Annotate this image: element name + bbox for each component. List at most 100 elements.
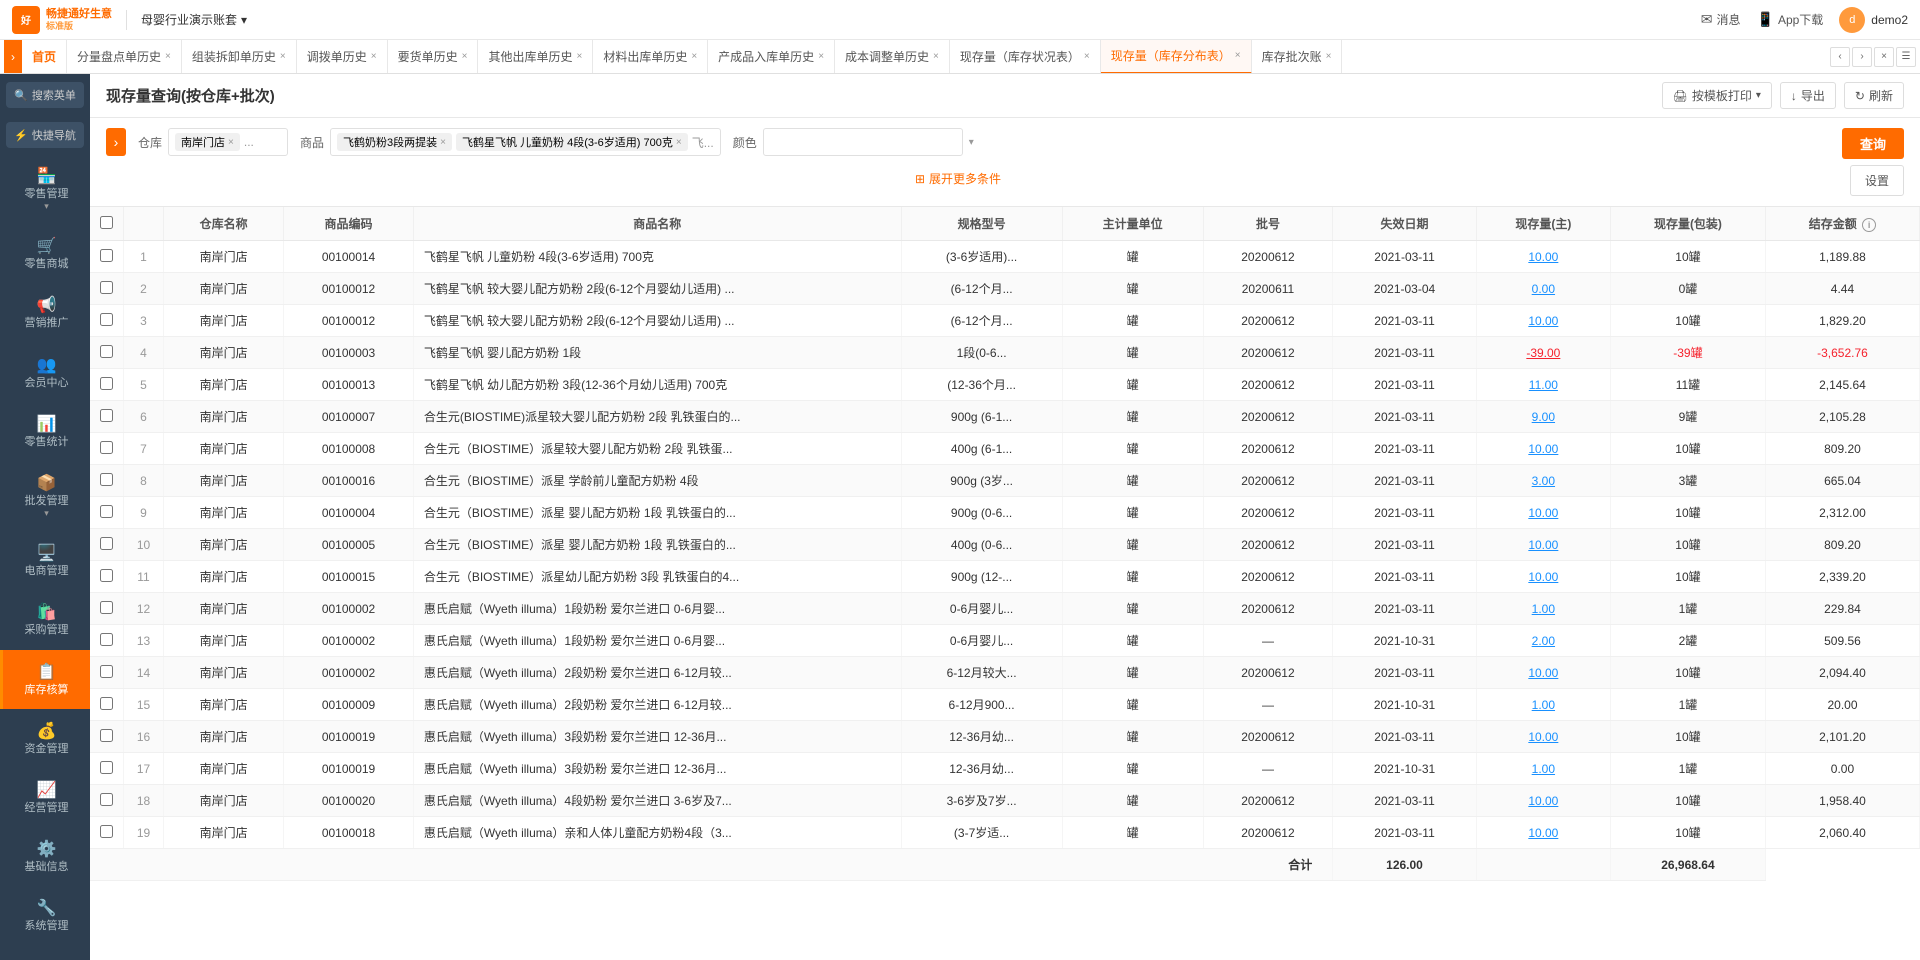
tab-close-icon[interactable]: × [165,51,171,62]
row-qty-main[interactable]: 1.00 [1476,593,1610,625]
tab-other-out[interactable]: 其他出库单历史 × [478,40,593,74]
row-checkbox[interactable] [100,569,113,582]
row-qty-main[interactable]: 1.00 [1476,689,1610,721]
row-checkbox[interactable] [100,825,113,838]
row-checkbox[interactable] [100,665,113,678]
query-btn[interactable]: 查询 [1842,128,1904,159]
row-qty-main[interactable]: 0.00 [1476,273,1610,305]
sidebar-item-retail-shop[interactable]: 🛒 零售商城 [0,224,90,283]
tab-product-in[interactable]: 产成品入库单历史 × [708,40,835,74]
row-checkbox[interactable] [100,281,113,294]
tab-close-icon[interactable]: × [462,51,468,62]
industry-selector[interactable]: 母婴行业演示账套 ▾ [141,11,247,28]
tab-home[interactable]: 首页 [22,40,67,74]
warehouse-filter-dots[interactable]: ... [244,135,254,149]
row-qty-main[interactable]: 10.00 [1476,497,1610,529]
row-qty-main[interactable]: 10.00 [1476,721,1610,753]
sidebar-quick-nav-btn[interactable]: ⚡ 快捷导航 [6,122,84,148]
row-checkbox[interactable] [100,409,113,422]
row-checkbox[interactable] [100,537,113,550]
product-filter-dots[interactable]: 飞... [692,134,714,151]
sidebar-item-basic[interactable]: ⚙️ 基础信息 [0,827,90,886]
row-qty-main[interactable]: 10.00 [1476,305,1610,337]
tab-split[interactable]: 分量盘点单历史 × [67,40,182,74]
row-qty-main[interactable]: 11.00 [1476,369,1610,401]
sidebar-item-operation[interactable]: 📈 经营管理 [0,768,90,827]
tab-close-icon[interactable]: × [280,51,286,62]
export-btn[interactable]: ↓ 导出 [1780,82,1836,109]
settings-btn[interactable]: 设置 [1850,165,1904,196]
product-tags[interactable]: 飞鹤奶粉3段两提装 × 飞鹤星飞帆 儿童奶粉 4段(3-6岁适用) 700克 ×… [330,128,721,156]
sidebar-item-ecommerce[interactable]: 🖥️ 电商管理 [0,531,90,590]
row-checkbox[interactable] [100,793,113,806]
tab-close-icon[interactable]: × [818,51,824,62]
row-checkbox[interactable] [100,249,113,262]
message-btn[interactable]: ✉ 消息 [1701,11,1741,28]
row-qty-main[interactable]: 10.00 [1476,561,1610,593]
tab-batch-voucher[interactable]: 库存批次账 × [1252,40,1343,74]
sidebar-item-marketing[interactable]: 📢 营销推广 [0,283,90,342]
app-download-btn[interactable]: 📱 App下载 [1757,11,1824,28]
row-qty-main[interactable]: 9.00 [1476,401,1610,433]
row-checkbox[interactable] [100,345,113,358]
sidebar-item-wholesale[interactable]: 📦 批发管理 ▾ [0,461,90,531]
sidebar-search-btn[interactable]: 🔍 搜索英单 [6,82,84,108]
row-checkbox[interactable] [100,633,113,646]
warehouse-tags[interactable]: 南岸门店 × ... [168,128,288,156]
tab-close-icon[interactable]: × [1235,50,1241,61]
row-qty-main[interactable]: 10.00 [1476,529,1610,561]
color-tags[interactable] [763,128,963,156]
print-btn[interactable]: 🖨 按模板打印 ▾ [1662,82,1772,109]
sidebar-item-system[interactable]: 🔧 系统管理 [0,886,90,945]
row-checkbox[interactable] [100,441,113,454]
sidebar-item-retail-mgmt[interactable]: 🏪 零售管理 ▾ [0,154,90,224]
row-checkbox[interactable] [100,697,113,710]
tab-expand-btn[interactable]: › [4,40,22,74]
tab-mix[interactable]: 调拨单历史 × [297,40,388,74]
refresh-btn[interactable]: ↻ 刷新 [1844,82,1904,109]
tab-close-icon[interactable]: × [1084,51,1090,62]
row-qty-main[interactable]: 1.00 [1476,753,1610,785]
color-expand-icon[interactable]: ▾ [969,137,974,148]
expand-more-btn[interactable]: ⊞ 展开更多条件 [915,170,1001,187]
sidebar-item-stock[interactable]: 📋 库存核算 [0,650,90,709]
tab-unpack[interactable]: 组装拆卸单历史 × [182,40,297,74]
row-checkbox[interactable] [100,473,113,486]
row-checkbox[interactable] [100,601,113,614]
tab-close-icon[interactable]: × [691,51,697,62]
tab-next-btn[interactable]: › [1852,47,1872,67]
row-checkbox[interactable] [100,313,113,326]
tab-close-icon[interactable]: × [933,51,939,62]
sidebar-item-enterprise[interactable]: 🤝 企业协同 [0,945,90,960]
row-qty-main[interactable]: 10.00 [1476,817,1610,849]
tab-menu-btn[interactable]: ☰ [1896,47,1916,67]
row-qty-main[interactable]: 10.00 [1476,241,1610,273]
product-tag-1-close[interactable]: × [440,137,446,148]
tab-material-out[interactable]: 材料出库单历史 × [593,40,708,74]
sidebar-item-member[interactable]: 👥 会员中心 [0,343,90,402]
product-tag-2-close[interactable]: × [676,137,682,148]
row-checkbox[interactable] [100,505,113,518]
row-checkbox[interactable] [100,761,113,774]
row-qty-main[interactable]: 10.00 [1476,785,1610,817]
tab-stock-status[interactable]: 现存量（库存状况表） × [950,40,1101,74]
tab-close-icon[interactable]: × [1326,51,1332,62]
tab-cost-adjust[interactable]: 成本调整单历史 × [835,40,950,74]
tab-require[interactable]: 要货单历史 × [388,40,479,74]
row-qty-main[interactable]: 3.00 [1476,465,1610,497]
amount-info-icon[interactable]: i [1862,218,1876,232]
user-area[interactable]: d demo2 [1839,7,1908,33]
row-qty-main[interactable]: 10.00 [1476,433,1610,465]
tab-stock-dist[interactable]: 现存量（库存分布表） × [1101,40,1252,74]
row-checkbox[interactable] [100,729,113,742]
sidebar-item-retail-stats[interactable]: 📊 零售统计 [0,402,90,461]
tab-close-icon[interactable]: × [576,51,582,62]
sidebar-item-finance[interactable]: 💰 资金管理 [0,709,90,768]
tab-prev-btn[interactable]: ‹ [1830,47,1850,67]
row-checkbox[interactable] [100,377,113,390]
row-qty-main[interactable]: 10.00 [1476,657,1610,689]
row-qty-main[interactable]: -39.00 [1476,337,1610,369]
tab-close-all-btn[interactable]: × [1874,47,1894,67]
warehouse-tag-close[interactable]: × [228,137,234,148]
sidebar-item-purchase[interactable]: 🛍️ 采购管理 [0,590,90,649]
